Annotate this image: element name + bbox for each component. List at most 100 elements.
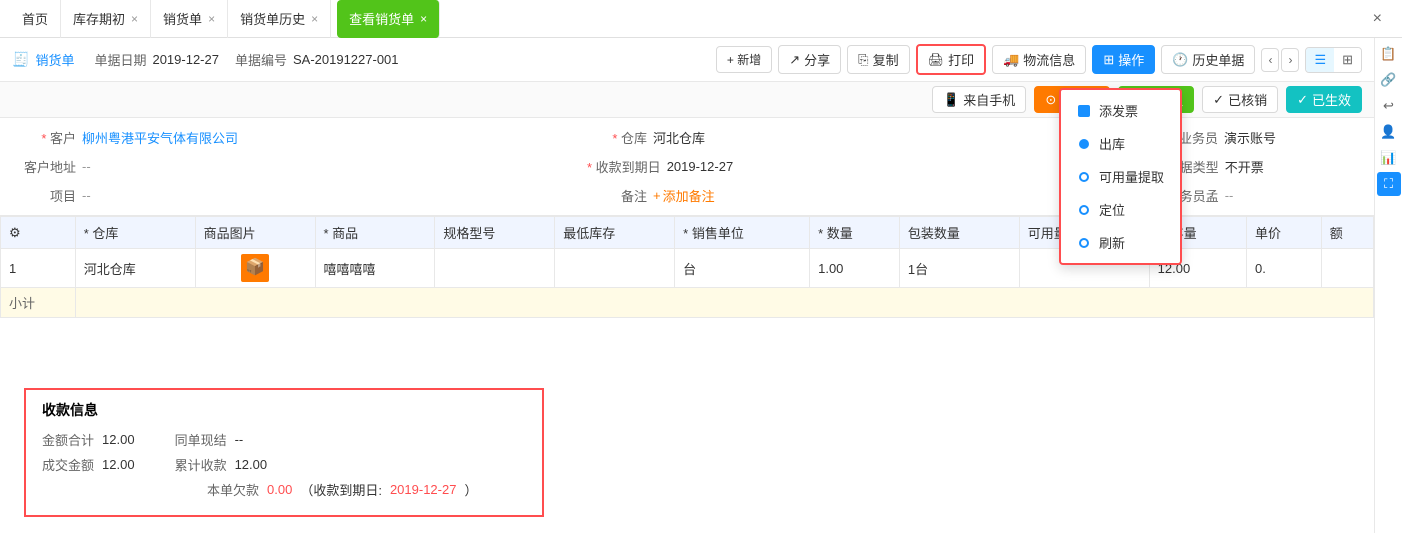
total-amount-label: 金额合计 xyxy=(42,430,94,449)
phone-icon: 📱 xyxy=(943,92,959,108)
row-min-stock xyxy=(555,249,675,288)
tab-view-sales-label: 查看销货单 xyxy=(349,9,414,28)
right-tool-4[interactable]: 👤 xyxy=(1377,120,1401,144)
doc-actions: + 新增 ↗ 分享 ⎘ 复制 🖨 打印 🚚 物流信息 xyxy=(716,44,1362,75)
row-amount xyxy=(1321,249,1373,288)
doc-header: 🧾 销货单 单据日期 2019-12-27 单据编号 SA-20191227-0… xyxy=(0,38,1374,82)
right-tool-1[interactable]: 📋 xyxy=(1377,42,1401,66)
grid-view-btn[interactable]: ⊞ xyxy=(1334,48,1361,72)
history-button[interactable]: 🕐 历史单据 xyxy=(1161,45,1255,74)
address-value: -- xyxy=(82,159,587,174)
locate-item[interactable]: 定位 xyxy=(1061,193,1180,226)
tab-inventory-init[interactable]: 库存期初 × xyxy=(61,0,151,38)
doc-date-value: 2019-12-27 xyxy=(152,52,219,67)
same-order-value: -- xyxy=(235,432,244,447)
col-pack-qty: 包装数量 xyxy=(899,217,1019,249)
total-amount-value: 12.00 xyxy=(102,432,135,447)
outbound-label: 出库 xyxy=(1099,134,1125,153)
logistics-button[interactable]: 🚚 物流信息 xyxy=(992,45,1086,74)
add-invoice-label: 添发票 xyxy=(1099,101,1138,120)
row-quantity: 1.00 xyxy=(810,249,900,288)
staff-value: 演示账号 xyxy=(1224,128,1358,147)
cumulative-label: 累计收款 xyxy=(175,455,227,474)
warehouse-label: 仓库 xyxy=(587,128,647,147)
cumulative-value: 12.00 xyxy=(235,457,268,472)
operate-icon: ⊞ xyxy=(1103,52,1114,68)
tab-home[interactable]: 首页 xyxy=(10,0,61,38)
share-button[interactable]: ↗ 分享 xyxy=(778,45,841,74)
available-pickup-label: 可用量提取 xyxy=(1099,167,1164,186)
list-view-btn[interactable]: ☰ xyxy=(1306,48,1334,72)
subtotal-label: 小计 xyxy=(1,288,76,318)
tab-sales-order[interactable]: 销货单 × xyxy=(151,0,228,38)
col-min-stock: 最低库存 xyxy=(555,217,675,249)
col-product: * 商品 xyxy=(315,217,435,249)
tab-sales-order-close[interactable]: × xyxy=(208,12,215,26)
payment-date-label: 收款到期日 xyxy=(587,157,661,176)
cumulative-field: 累计收款 12.00 xyxy=(175,455,268,474)
reply-icon: ↩ xyxy=(1383,98,1394,114)
view-toggle: ☰ ⊞ xyxy=(1305,47,1362,73)
project-value: -- xyxy=(82,188,587,203)
salesperson-field: 业务员孟 -- xyxy=(1158,186,1358,205)
tab-inventory-init-close[interactable]: × xyxy=(131,12,138,26)
available-pickup-item[interactable]: 可用量提取 xyxy=(1061,160,1180,193)
col-unit-price: 单价 xyxy=(1246,217,1321,249)
next-button[interactable]: › xyxy=(1281,48,1299,72)
salesperson-area: 业务员孟 -- xyxy=(1158,186,1358,205)
doc-number-field: 单据编号 SA-20191227-001 xyxy=(235,50,399,69)
balance-value: 0.00 xyxy=(267,482,292,497)
add-invoice-icon xyxy=(1077,104,1091,118)
effective-icon: ✓ xyxy=(1297,92,1308,108)
prev-button[interactable]: ‹ xyxy=(1261,48,1279,72)
right-tool-3[interactable]: ↩ xyxy=(1377,94,1401,118)
tab-sales-history-close[interactable]: × xyxy=(311,12,318,26)
customer-field: 客户 柳州粤港平安气体有限公司 xyxy=(16,128,587,147)
customer-value[interactable]: 柳州粤港平安气体有限公司 xyxy=(82,128,587,147)
tab-view-sales-close[interactable]: × xyxy=(420,12,427,26)
new-button[interactable]: + 新增 xyxy=(716,46,772,73)
transaction-value: 12.00 xyxy=(102,457,135,472)
transaction-label: 成交金额 xyxy=(42,455,94,474)
add-note-button[interactable]: + 添加备注 xyxy=(653,186,715,205)
tab-sales-history[interactable]: 销货单历史 × xyxy=(228,0,331,38)
col-gear[interactable]: ⚙ xyxy=(1,217,76,249)
window-close-button[interactable]: × xyxy=(1363,10,1392,28)
ticket-value: 不开票 xyxy=(1225,157,1358,176)
doc-number-label: 单据编号 xyxy=(235,50,287,69)
tab-view-sales[interactable]: 查看销货单 × xyxy=(337,0,440,38)
right-tool-6[interactable]: ⛶ xyxy=(1377,172,1401,196)
row-no: 1 xyxy=(1,249,76,288)
doc-type-label: 销货单 xyxy=(35,50,74,69)
right-tool-2[interactable]: 🔗 xyxy=(1377,68,1401,92)
col-sales-unit: * 销售单位 xyxy=(675,217,810,249)
locate-icon xyxy=(1077,203,1091,217)
add-invoice-item[interactable]: 添发票 xyxy=(1061,94,1180,127)
row-pack-qty: 1台 xyxy=(899,249,1019,288)
document-icon: 📋 xyxy=(1380,46,1396,62)
logistics-icon: 🚚 xyxy=(1003,52,1019,68)
project-label: 项目 xyxy=(16,186,76,205)
right-tool-5[interactable]: 📊 xyxy=(1377,146,1401,170)
balance-note-end: ） xyxy=(464,480,477,499)
cancelled-button[interactable]: ✓ 已核销 xyxy=(1202,86,1278,113)
outbound-item[interactable]: 出库 xyxy=(1061,127,1180,160)
transaction-field: 成交金额 12.00 xyxy=(42,455,135,474)
copy-button[interactable]: ⎘ 复制 xyxy=(847,45,909,74)
link-icon: 🔗 xyxy=(1380,72,1396,88)
from-phone-button[interactable]: 📱 来自手机 xyxy=(932,86,1026,113)
ticket-field: 票据类型 不开票 xyxy=(1158,157,1358,176)
print-button[interactable]: 🖨 打印 xyxy=(916,44,987,75)
locate-label: 定位 xyxy=(1099,200,1125,219)
effective-button[interactable]: ✓ 已生效 xyxy=(1286,86,1362,113)
refresh-item[interactable]: 刷新 xyxy=(1061,226,1180,259)
operate-button[interactable]: ⊞ 操作 xyxy=(1092,45,1155,74)
same-order-label: 同单现结 xyxy=(175,430,227,449)
row-unit-price: 0. xyxy=(1246,249,1321,288)
row-product: 嘻嘻嘻嘻 xyxy=(315,249,435,288)
row-spec xyxy=(435,249,555,288)
subtotal-row: 小计 xyxy=(1,288,1374,318)
col-warehouse: * 仓库 xyxy=(75,217,195,249)
user-icon: 👤 xyxy=(1380,124,1396,140)
expand-icon: ⛶ xyxy=(1384,176,1393,192)
